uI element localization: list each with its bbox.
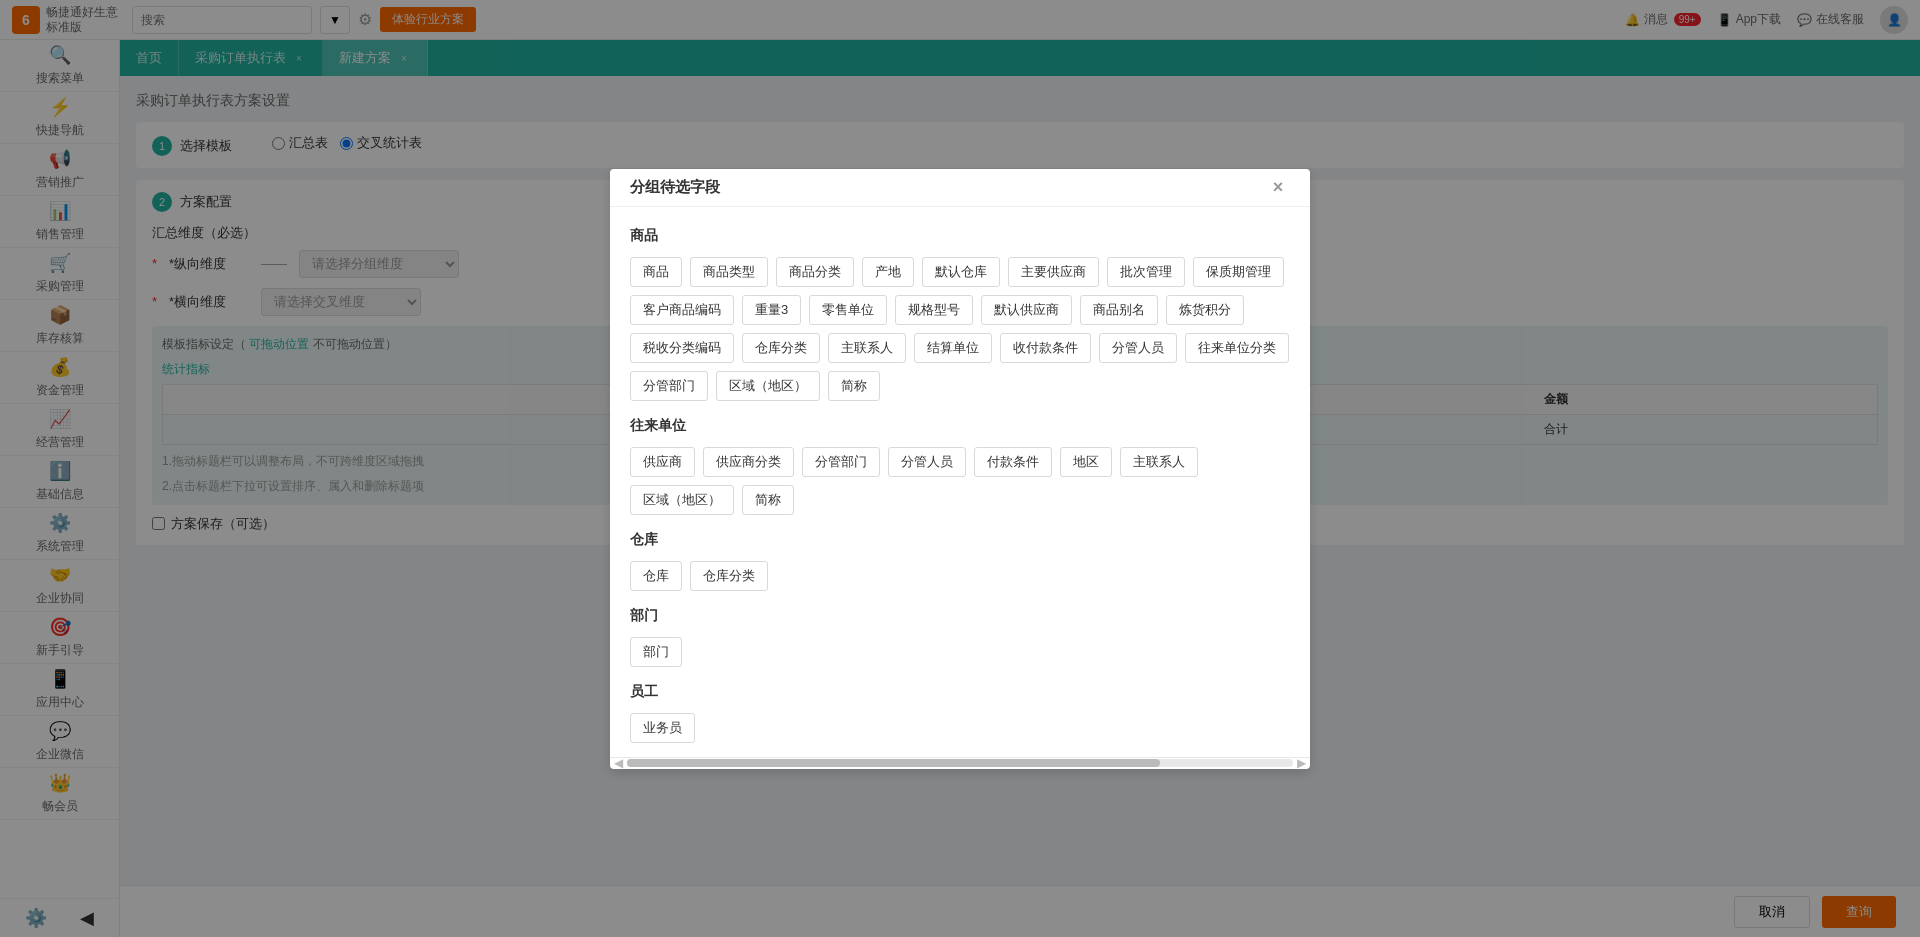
- field-tag-wh-0[interactable]: 仓库: [630, 561, 682, 591]
- section-title-warehouse: 仓库: [630, 531, 1290, 549]
- modal-title: 分组待选字段: [630, 178, 720, 197]
- field-tag-product-11[interactable]: 规格型号: [895, 295, 973, 325]
- modal-header: 分组待选字段 ×: [610, 169, 1310, 208]
- field-tag-product-7[interactable]: 保质期管理: [1193, 257, 1284, 287]
- section-title-employee: 员工: [630, 683, 1290, 701]
- field-tag-dept-0[interactable]: 部门: [630, 637, 682, 667]
- field-tag-product-3[interactable]: 产地: [862, 257, 914, 287]
- field-tag-product-2[interactable]: 商品分类: [776, 257, 854, 287]
- field-tag-cp-3[interactable]: 分管人员: [888, 447, 966, 477]
- field-tag-cp-1[interactable]: 供应商分类: [703, 447, 794, 477]
- field-tag-product-9[interactable]: 重量3: [742, 295, 801, 325]
- modal-overlay: 分组待选字段 × 商品 商品 商品类型 商品分类 产地 默认仓库 主要供应商 批…: [0, 0, 1920, 937]
- field-tag-product-17[interactable]: 主联系人: [828, 333, 906, 363]
- field-tag-product-23[interactable]: 区域（地区）: [716, 371, 820, 401]
- field-tag-cp-2[interactable]: 分管部门: [802, 447, 880, 477]
- field-tag-cp-7[interactable]: 区域（地区）: [630, 485, 734, 515]
- field-tag-product-5[interactable]: 主要供应商: [1008, 257, 1099, 287]
- field-tag-product-1[interactable]: 商品类型: [690, 257, 768, 287]
- field-tag-cp-8[interactable]: 简称: [742, 485, 794, 515]
- field-tag-product-22[interactable]: 分管部门: [630, 371, 708, 401]
- section-fields-employee: 业务员: [630, 713, 1290, 743]
- field-tag-product-4[interactable]: 默认仓库: [922, 257, 1000, 287]
- field-tag-product-21[interactable]: 往来单位分类: [1185, 333, 1289, 363]
- field-tag-product-6[interactable]: 批次管理: [1107, 257, 1185, 287]
- field-tag-emp-0[interactable]: 业务员: [630, 713, 695, 743]
- modal-body: 商品 商品 商品类型 商品分类 产地 默认仓库 主要供应商 批次管理 保质期管理…: [610, 207, 1310, 756]
- section-title-dept: 部门: [630, 607, 1290, 625]
- field-tag-product-14[interactable]: 炼货积分: [1166, 295, 1244, 325]
- field-tag-product-18[interactable]: 结算单位: [914, 333, 992, 363]
- field-tag-product-24[interactable]: 简称: [828, 371, 880, 401]
- field-tag-product-13[interactable]: 商品别名: [1080, 295, 1158, 325]
- field-tag-cp-6[interactable]: 主联系人: [1120, 447, 1198, 477]
- field-tag-cp-0[interactable]: 供应商: [630, 447, 695, 477]
- field-tag-product-8[interactable]: 客户商品编码: [630, 295, 734, 325]
- section-fields-counterparty: 供应商 供应商分类 分管部门 分管人员 付款条件 地区 主联系人 区域（地区） …: [630, 447, 1290, 515]
- section-fields-product: 商品 商品类型 商品分类 产地 默认仓库 主要供应商 批次管理 保质期管理 客户…: [630, 257, 1290, 401]
- section-fields-dept: 部门: [630, 637, 1290, 667]
- field-tag-product-0[interactable]: 商品: [630, 257, 682, 287]
- section-title-product: 商品: [630, 227, 1290, 245]
- hscroll-thumb[interactable]: [627, 759, 1160, 767]
- modal-close-btn[interactable]: ×: [1266, 175, 1290, 199]
- modal-horizontal-scrollbar[interactable]: ◀ ▶: [610, 757, 1310, 769]
- field-tag-product-10[interactable]: 零售单位: [809, 295, 887, 325]
- field-tag-product-15[interactable]: 税收分类编码: [630, 333, 734, 363]
- section-title-counterparty: 往来单位: [630, 417, 1290, 435]
- field-tag-product-12[interactable]: 默认供应商: [981, 295, 1072, 325]
- field-tag-product-20[interactable]: 分管人员: [1099, 333, 1177, 363]
- field-tag-cp-5[interactable]: 地区: [1060, 447, 1112, 477]
- field-tag-product-16[interactable]: 仓库分类: [742, 333, 820, 363]
- modal: 分组待选字段 × 商品 商品 商品类型 商品分类 产地 默认仓库 主要供应商 批…: [610, 169, 1310, 769]
- field-tag-wh-1[interactable]: 仓库分类: [690, 561, 768, 591]
- section-fields-warehouse: 仓库 仓库分类: [630, 561, 1290, 591]
- field-tag-cp-4[interactable]: 付款条件: [974, 447, 1052, 477]
- field-tag-product-19[interactable]: 收付款条件: [1000, 333, 1091, 363]
